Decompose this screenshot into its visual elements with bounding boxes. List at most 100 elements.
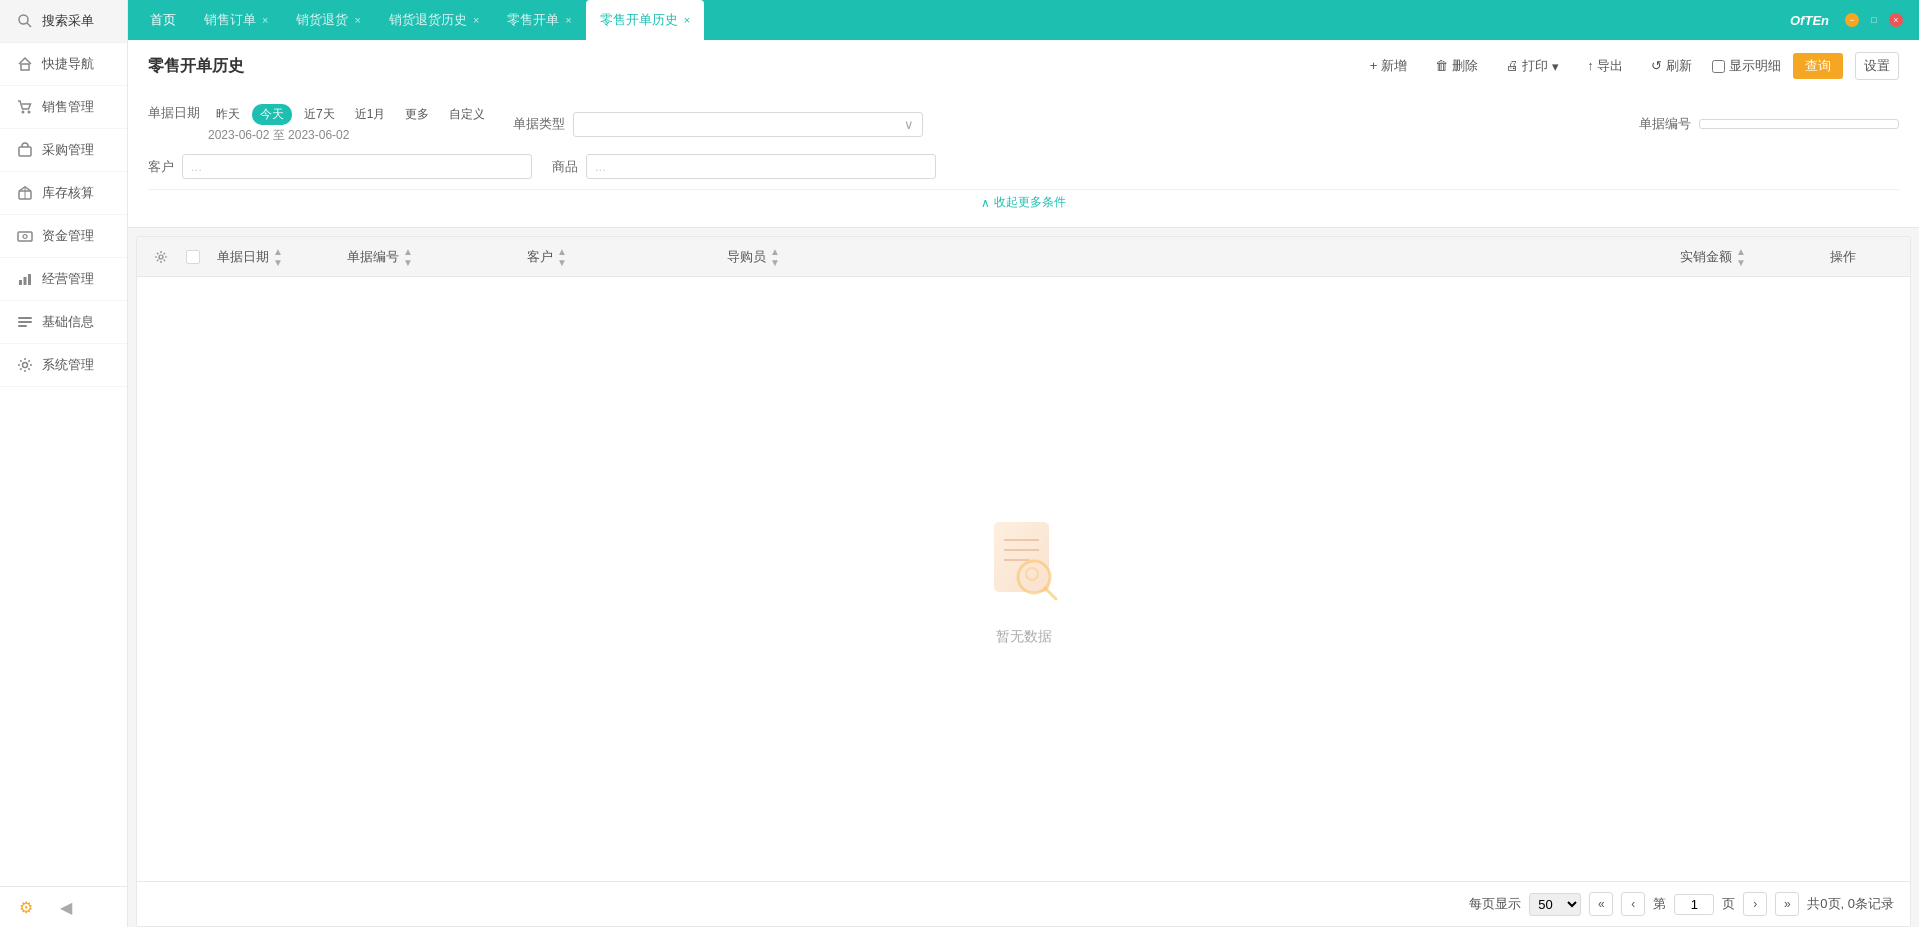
chevron-down-icon: ∨ bbox=[904, 117, 914, 132]
bill-number-group: 单据编号 bbox=[1639, 115, 1899, 133]
svg-point-9 bbox=[23, 235, 27, 239]
next-page-button[interactable]: › bbox=[1743, 892, 1767, 916]
bill-type-label: 单据类型 bbox=[513, 115, 565, 133]
sidebar-item-jichu[interactable]: 基础信息 bbox=[0, 301, 127, 344]
th-number[interactable]: 单据编号 ▲▼ bbox=[339, 246, 519, 268]
customer-input[interactable]: ... bbox=[182, 154, 532, 179]
sort-number-icon: ▲▼ bbox=[403, 246, 413, 268]
svg-rect-11 bbox=[24, 277, 27, 285]
svg-line-1 bbox=[27, 23, 31, 27]
tab-sales-return-history[interactable]: 销货退货历史 × bbox=[375, 0, 493, 40]
export-button[interactable]: ↑ 导出 bbox=[1579, 53, 1631, 79]
refresh-button[interactable]: ↺ 刷新 bbox=[1643, 53, 1700, 79]
delete-button[interactable]: 🗑 删除 bbox=[1427, 53, 1486, 79]
tab-retail-open-history[interactable]: 零售开单历史 × bbox=[586, 0, 704, 40]
goods-label: 商品 bbox=[552, 158, 578, 176]
th-customer[interactable]: 客户 ▲▼ bbox=[519, 246, 719, 268]
empty-state: 暂无数据 bbox=[137, 277, 1910, 881]
tab-sales-return-label: 销货退货 bbox=[296, 11, 348, 29]
th-date[interactable]: 单据日期 ▲▼ bbox=[209, 246, 339, 268]
sidebar-search-label: 搜索采单 bbox=[42, 12, 94, 30]
svg-rect-10 bbox=[19, 280, 22, 285]
maximize-button[interactable]: □ bbox=[1867, 13, 1881, 27]
collapse-arrow-icon: ∧ bbox=[981, 196, 990, 210]
date-more[interactable]: 更多 bbox=[397, 104, 437, 125]
tab-sales-order[interactable]: 销售订单 × bbox=[190, 0, 282, 40]
svg-point-3 bbox=[22, 111, 25, 114]
tab-sales-order-close[interactable]: × bbox=[262, 14, 268, 26]
tab-retail-open-close[interactable]: × bbox=[565, 14, 571, 26]
tab-home[interactable]: 首页 bbox=[136, 0, 190, 40]
bill-type-group: 单据类型 ∨ bbox=[513, 112, 1619, 137]
collapse-label: 收起更多条件 bbox=[994, 194, 1066, 211]
sidebar-item-kuaijie[interactable]: 快捷导航 bbox=[0, 43, 127, 86]
date-last7[interactable]: 近7天 bbox=[296, 104, 343, 125]
last-page-button[interactable]: » bbox=[1775, 892, 1799, 916]
print-button[interactable]: 🖨 打印 ▾ bbox=[1498, 53, 1568, 79]
sidebar-item-label: 采购管理 bbox=[42, 141, 94, 159]
first-page-button[interactable]: « bbox=[1589, 892, 1613, 916]
total-info: 共0页, 0条记录 bbox=[1807, 895, 1894, 913]
tab-retail-open[interactable]: 零售开单 × bbox=[493, 0, 585, 40]
tab-sales-return[interactable]: 销货退货 × bbox=[282, 0, 374, 40]
sidebar-item-jingying[interactable]: 经营管理 bbox=[0, 258, 127, 301]
date-options: 昨天 今天 近7天 近1月 更多 自定义 bbox=[208, 104, 493, 125]
page-header: 零售开单历史 + 新增 🗑 删除 🖨 打印 ▾ ↑ 导出 bbox=[128, 40, 1919, 228]
main-area: 首页 销售订单 × 销货退货 × 销货退货历史 × 零售开单 × 零售开单历史 … bbox=[128, 0, 1919, 927]
page-input[interactable] bbox=[1674, 894, 1714, 915]
sidebar: 搜索采单 快捷导航 销售管理 采购管理 库存核算 资金管理 经营管理 bbox=[0, 0, 128, 927]
bill-number-input[interactable] bbox=[1699, 119, 1899, 129]
svg-point-4 bbox=[28, 111, 31, 114]
tab-sales-return-history-close[interactable]: × bbox=[473, 14, 479, 26]
svg-rect-18 bbox=[994, 522, 1049, 592]
table-settings-button[interactable] bbox=[145, 250, 177, 264]
bill-type-select[interactable]: ∨ bbox=[573, 112, 923, 137]
sidebar-item-kucun[interactable]: 库存核算 bbox=[0, 172, 127, 215]
svg-rect-12 bbox=[28, 274, 31, 285]
page-prefix: 第 bbox=[1653, 895, 1666, 913]
brand-label: OfTEn bbox=[1790, 13, 1829, 28]
date-custom[interactable]: 自定义 bbox=[441, 104, 493, 125]
query-button[interactable]: 查询 bbox=[1793, 53, 1843, 79]
date-options-container: 昨天 今天 近7天 近1月 更多 自定义 2023-06-02 至 2023-0… bbox=[208, 104, 493, 144]
cart-icon bbox=[16, 98, 34, 116]
sidebar-item-xitong[interactable]: 系统管理 bbox=[0, 344, 127, 387]
collapse-icon[interactable]: ◀ bbox=[56, 897, 76, 917]
minimize-button[interactable]: − bbox=[1845, 13, 1859, 27]
svg-rect-5 bbox=[19, 147, 31, 156]
chart-icon bbox=[16, 270, 34, 288]
display-detail-toggle[interactable]: 显示明细 bbox=[1712, 57, 1781, 75]
date-yesterday[interactable]: 昨天 bbox=[208, 104, 248, 125]
svg-rect-8 bbox=[18, 232, 32, 241]
tab-retail-open-history-close[interactable]: × bbox=[684, 14, 690, 26]
date-last-month[interactable]: 近1月 bbox=[347, 104, 394, 125]
sidebar-search[interactable]: 搜索采单 bbox=[0, 0, 127, 43]
tab-retail-open-history-label: 零售开单历史 bbox=[600, 11, 678, 29]
customer-label: 客户 bbox=[148, 158, 174, 176]
th-salesperson[interactable]: 导购员 ▲▼ bbox=[719, 246, 869, 268]
pagination: 每页显示 50 100 200 « ‹ 第 页 › bbox=[137, 881, 1910, 926]
select-all-checkbox[interactable] bbox=[177, 250, 209, 264]
settings-button[interactable]: 设置 bbox=[1855, 52, 1899, 80]
settings-bottom-icon[interactable]: ⚙ bbox=[16, 897, 36, 917]
display-detail-checkbox[interactable] bbox=[1712, 60, 1725, 73]
bill-number-label: 单据编号 bbox=[1639, 115, 1691, 133]
svg-point-0 bbox=[19, 15, 28, 24]
prev-page-button[interactable]: ‹ bbox=[1621, 892, 1645, 916]
sidebar-item-zijin[interactable]: 资金管理 bbox=[0, 215, 127, 258]
sidebar-item-xiaoshou[interactable]: 销售管理 bbox=[0, 86, 127, 129]
per-page-select[interactable]: 50 100 200 bbox=[1529, 893, 1581, 916]
goods-input[interactable]: ... bbox=[586, 154, 936, 179]
collapse-bar[interactable]: ∧ 收起更多条件 bbox=[148, 189, 1899, 215]
sort-salesperson-icon: ▲▼ bbox=[770, 246, 780, 268]
per-page-label: 每页显示 bbox=[1469, 895, 1521, 913]
date-today[interactable]: 今天 bbox=[252, 104, 292, 125]
sidebar-item-caigou[interactable]: 采购管理 bbox=[0, 129, 127, 172]
close-button[interactable]: × bbox=[1889, 13, 1903, 27]
bag-icon bbox=[16, 141, 34, 159]
th-amount[interactable]: 实销金额 ▲▼ bbox=[1672, 246, 1822, 268]
add-button[interactable]: + 新增 bbox=[1362, 53, 1415, 79]
tab-sales-return-close[interactable]: × bbox=[354, 14, 360, 26]
svg-point-17 bbox=[159, 255, 163, 259]
th-action: 操作 bbox=[1822, 248, 1902, 266]
